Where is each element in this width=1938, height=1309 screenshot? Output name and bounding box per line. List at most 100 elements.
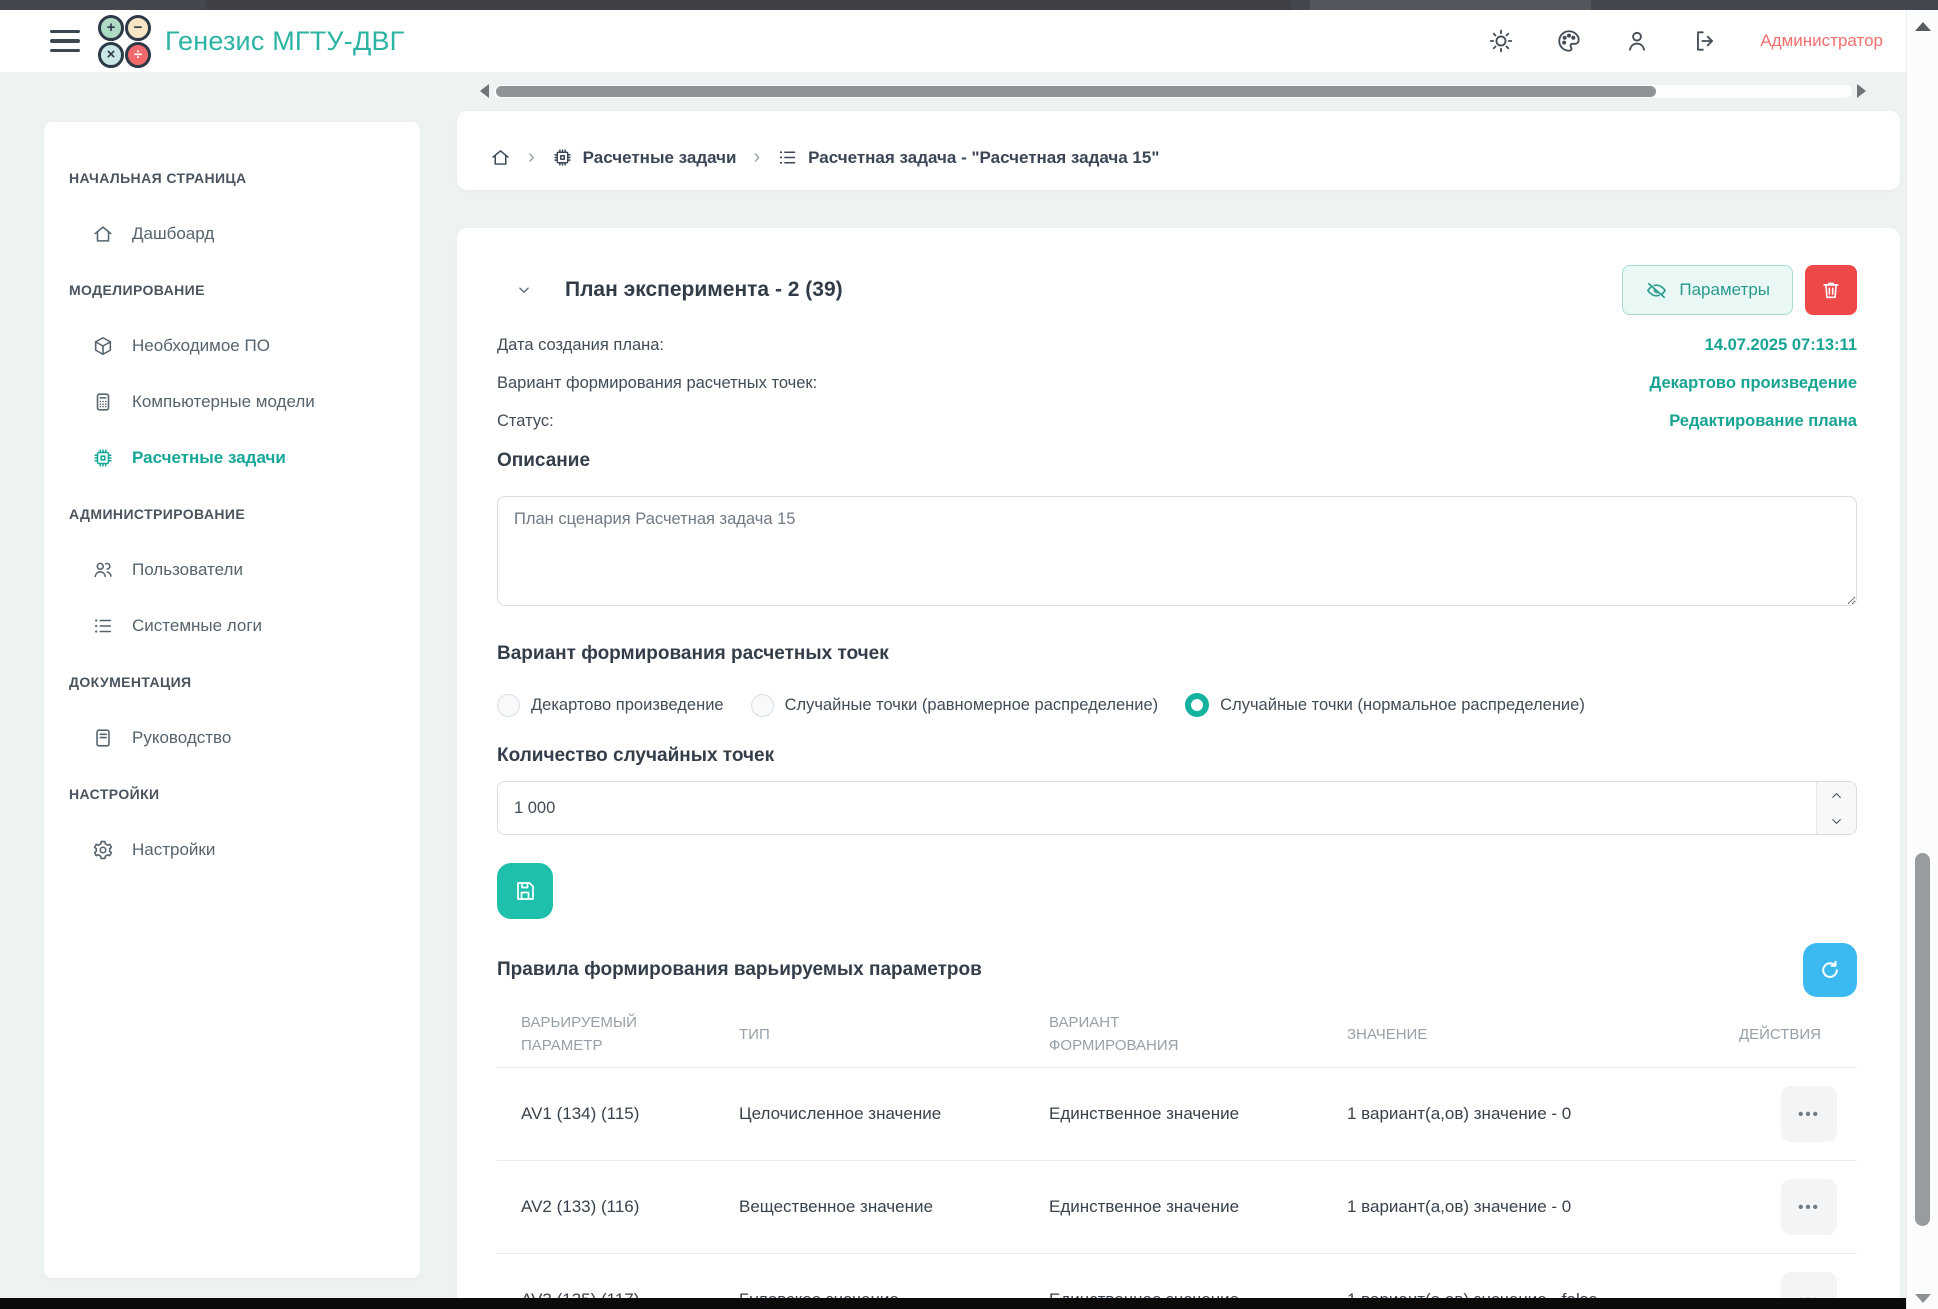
sidebar-item-calc-tasks[interactable]: Расчетные задачи: [44, 430, 420, 486]
breadcrumb-separator: ›: [528, 146, 535, 168]
logo-times-icon: ×: [98, 41, 124, 68]
trash-icon: [1823, 282, 1839, 299]
radio-selected-icon: [1185, 693, 1210, 717]
radio-label: Случайные точки (нормальное распределени…: [1220, 695, 1585, 714]
breadcrumb-label: Расчетные задачи: [582, 147, 737, 167]
radio-label: Декартово произведение: [531, 695, 724, 714]
column-header: ВАРЬИРУЕМЫЙ ПАРАМЕТР: [521, 1014, 637, 1054]
breadcrumb-label: Расчетная задача - "Расчетная задача 15": [808, 147, 1160, 167]
sidebar-item-settings[interactable]: Настройки: [44, 822, 420, 878]
sidebar-item-users[interactable]: Пользователи: [44, 542, 420, 598]
cell-variant: Единственное значение: [1049, 1197, 1240, 1216]
scroll-down-icon[interactable]: [1915, 1294, 1931, 1303]
sidebar-section-settings: НАСТРОЙКИ: [69, 786, 160, 802]
sidebar-item-manual[interactable]: Руководство: [44, 710, 420, 766]
cell-value: 1 вариант(а,ов) значение - 0: [1347, 1104, 1572, 1123]
breadcrumb-card: › Расчетные задачи › Расчетная задача - …: [457, 111, 1900, 190]
number-spinner: [1816, 782, 1856, 834]
column-header: ЗНАЧЕНИЕ: [1347, 1025, 1428, 1043]
app-title: Генезис МГТУ-ДВГ: [165, 25, 405, 56]
vertical-scrollbar-thumb[interactable]: [1915, 853, 1930, 1226]
cell-variant: Единственное значение: [1049, 1104, 1240, 1123]
radio-cartesian[interactable]: Декартово произведение: [497, 693, 724, 717]
scroll-up-icon[interactable]: [1915, 22, 1931, 31]
horizontal-scrollbar-thumb[interactable]: [496, 85, 1656, 97]
radio-icon: [497, 693, 520, 717]
calculator-icon: [96, 393, 110, 411]
logout-icon[interactable]: [1692, 28, 1718, 54]
sidebar-section-admin: АДМИНИСТРИРОВАНИЕ: [69, 506, 246, 522]
description-textarea[interactable]: План сценария Расчетная задача 15: [497, 496, 1857, 606]
detail-value-variant: Декартово произведение: [1649, 373, 1857, 392]
radio-random-normal[interactable]: Случайные точки (нормальное распределени…: [1185, 693, 1585, 717]
save-icon: [517, 882, 534, 900]
cell-type: Вещественное значение: [739, 1197, 933, 1216]
menu-icon[interactable]: [50, 30, 80, 52]
sidebar-item-dashboard[interactable]: Дашбоард: [44, 206, 420, 262]
variant-heading: Вариант формирования расчетных точек: [497, 643, 889, 664]
spinner-up-icon[interactable]: [1817, 782, 1856, 808]
logo-divide-icon: ÷: [125, 41, 151, 68]
panel-title: План эксперимента - 2 (39): [565, 278, 843, 301]
logo-minus-icon: −: [125, 14, 151, 41]
sidebar-item-label: Необходимое ПО: [132, 336, 270, 355]
delete-plan-button[interactable]: [1805, 265, 1857, 315]
sidebar-item-computer-models[interactable]: Компьютерные модели: [44, 374, 420, 430]
user-role[interactable]: Администратор: [1760, 31, 1883, 51]
chevron-down-icon[interactable]: [511, 277, 537, 303]
description-heading: Описание: [497, 450, 591, 471]
rules-header: Правила формирования варьируемых парамет…: [497, 943, 1857, 997]
random-points-input[interactable]: [498, 782, 1816, 834]
row-actions-button[interactable]: •••: [1781, 1086, 1837, 1142]
package-icon: [94, 336, 112, 356]
sidebar-item-label: Настройки: [132, 840, 216, 859]
theme-icon[interactable]: [1488, 28, 1514, 54]
parameters-button-label: Параметры: [1679, 280, 1770, 299]
detail-row-created: Дата создания плана: 14.07.2025 07:13:11: [497, 326, 1857, 364]
eye-off-icon: [1647, 282, 1667, 298]
breadcrumb-calc-tasks[interactable]: Расчетные задачи: [552, 147, 737, 168]
cell-param: AV1 (134) (115): [521, 1104, 640, 1123]
window-top-strip-segment: [206, 0, 1291, 10]
random-points-field: [497, 781, 1857, 835]
detail-value-created-date: 14.07.2025 07:13:11: [1704, 335, 1857, 354]
scroll-left-icon[interactable]: [480, 84, 489, 98]
gear-icon: [93, 840, 113, 860]
parameters-button[interactable]: Параметры: [1622, 265, 1793, 315]
sidebar-item-label: Системные логи: [132, 616, 263, 635]
plan-details: Дата создания плана: 14.07.2025 07:13:11…: [497, 326, 1857, 440]
radio-random-uniform[interactable]: Случайные точки (равномерное распределен…: [750, 693, 1158, 717]
sidebar-item-label: Компьютерные модели: [132, 392, 315, 411]
breadcrumb: › Расчетные задачи › Расчетная задача - …: [490, 146, 1159, 169]
spinner-down-icon[interactable]: [1817, 808, 1856, 834]
refresh-button[interactable]: [1803, 943, 1857, 997]
window-top-strip: [0, 0, 1938, 10]
horizontal-scrollbar: [480, 84, 1866, 98]
horizontal-scrollbar-track[interactable]: [494, 84, 1852, 98]
breadcrumb-current-task[interactable]: Расчетная задача - "Расчетная задача 15": [777, 147, 1159, 168]
experiment-plan-panel: План эксперимента - 2 (39) Параметры Дат…: [457, 228, 1900, 1309]
sidebar-item-software[interactable]: Необходимое ПО: [44, 318, 420, 374]
users-icon: [94, 562, 112, 578]
sidebar-item-system-logs[interactable]: Системные логи: [44, 598, 420, 654]
list-icon: [95, 619, 112, 633]
detail-label: Дата создания плана:: [497, 335, 665, 354]
column-header: ВАРИАНТ ФОРМИРОВАНИЯ: [1049, 1014, 1179, 1054]
rules-table-header: ВАРЬИРУЕМЫЙ ПАРАМЕТР ТИП ВАРИАНТ ФОРМИРО…: [497, 1001, 1857, 1067]
cell-value: 1 вариант(а,ов) значение - 0: [1347, 1197, 1572, 1216]
random-points-heading: Количество случайных точек: [497, 745, 775, 766]
column-header: ДЕЙСТВИЯ: [1738, 1025, 1821, 1043]
panel-header: План эксперимента - 2 (39) Параметры: [497, 264, 1857, 316]
save-button[interactable]: [497, 863, 553, 919]
home-icon[interactable]: [490, 147, 511, 168]
detail-label: Вариант формирования расчетных точек:: [497, 373, 818, 392]
detail-label: Статус:: [497, 411, 554, 430]
scroll-right-icon[interactable]: [1857, 84, 1866, 98]
detail-row-status: Статус: Редактирование плана: [497, 402, 1857, 440]
cell-type: Целочисленное значение: [739, 1104, 942, 1123]
row-actions-button[interactable]: •••: [1781, 1179, 1837, 1235]
palette-icon[interactable]: [1556, 28, 1582, 54]
profile-icon[interactable]: [1624, 28, 1650, 54]
sidebar-section-modeling: МОДЕЛИРОВАНИЕ: [69, 282, 205, 298]
cpu-icon: [553, 149, 571, 166]
